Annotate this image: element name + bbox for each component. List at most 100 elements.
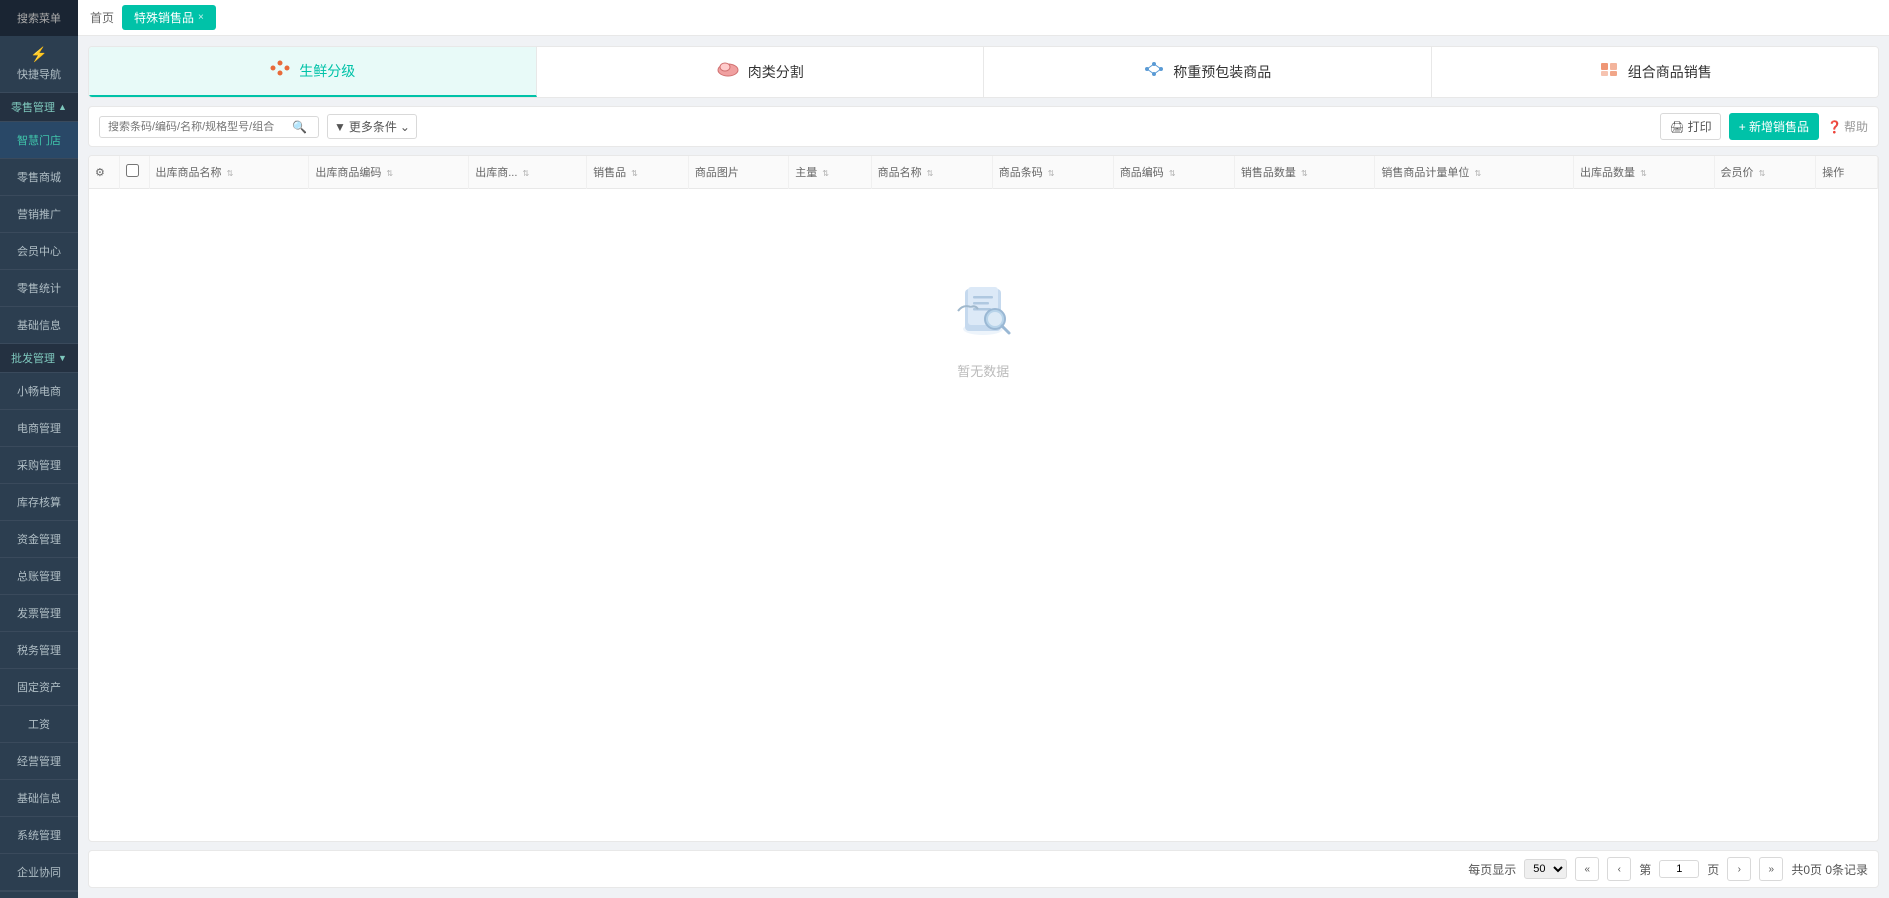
col-goods-code[interactable]: 商品编码 ⇅ [1113,156,1234,189]
sidebar-item-quick-nav[interactable]: ⚡ 快捷导航 [0,36,78,93]
sidebar-logo[interactable]: 搜索菜单 [0,0,78,36]
col-goods-name[interactable]: 商品名称 ⇅ [871,156,992,189]
col-out-qty-sort-icon[interactable]: ⇅ [1640,169,1647,178]
add-button[interactable]: + 新增销售品 [1729,113,1819,140]
sidebar-item-tax[interactable]: 税务管理 [0,632,78,669]
sidebar-item-company[interactable]: 企业协同 [0,854,78,891]
next-page-button[interactable]: › [1727,857,1751,881]
empty-state: 暂无数据 [89,189,1878,460]
col-goods-barcode[interactable]: 商品条码 ⇅ [992,156,1113,189]
col-sale-unit[interactable]: 销售商品计量单位 ⇅ [1375,156,1574,189]
search-box[interactable]: 🔍 [99,116,319,138]
col-gear[interactable]: ⚙ [89,156,119,189]
topbar-home[interactable]: 首页 [90,9,114,26]
filter-icon: ▼ [334,120,346,134]
sidebar-item-smart-store[interactable]: 智慧门店 [0,122,78,159]
filter-label: 更多条件 [349,118,397,135]
sidebar-item-wage[interactable]: 工资 [0,706,78,743]
col-sale-item[interactable]: 销售品 ⇅ [587,156,689,189]
sidebar-item-inventory[interactable]: 库存核算 [0,484,78,521]
tab-combo-sales[interactable]: 组合商品销售 [1432,47,1879,97]
col-main-weight[interactable]: 主量 ⇅ [789,156,871,189]
sidebar-item-retail-mgmt[interactable]: 零售管理 ▲ [0,93,78,122]
filter-arrow-icon: ⌄ [400,120,410,134]
sidebar-item-purchase-mgmt[interactable]: 采购管理 [0,447,78,484]
pagination: 每页显示 50 « ‹ 第 页 › » 共0页 0条记录 [88,850,1879,888]
col-out-name-sort-icon[interactable]: ⇅ [227,169,234,178]
empty-state-icon [943,269,1023,349]
col-sale-unit-sort-icon[interactable]: ⇅ [1474,169,1481,178]
per-page-label: 每页显示 [1468,861,1516,878]
col-ops: 操作 [1816,156,1878,189]
col-main-weight-label: 主量 [795,167,817,179]
col-out-spec-sort-icon[interactable]: ⇅ [522,169,529,178]
sidebar-item-finance[interactable]: 资金管理 [0,521,78,558]
sidebar-item-retail-mall[interactable]: 零售商城 [0,159,78,196]
tab-weigh-pack[interactable]: 称重预包装商品 [984,47,1432,97]
first-page-button[interactable]: « [1575,857,1599,881]
weigh-pack-icon [1143,60,1165,84]
smart-store-label: 智慧门店 [17,132,61,148]
col-out-name[interactable]: 出库商品名称 ⇅ [149,156,309,189]
sidebar-item-basic-info[interactable]: 基础信息 [0,307,78,344]
sidebar-content: ⚡ 快捷导航 零售管理 ▲ 智慧门店 零售商城 营销推广 会员中心 零售统计 基… [0,36,78,898]
ledger-label: 总账管理 [17,568,61,584]
col-goods-name-sort-icon[interactable]: ⇅ [927,169,934,178]
col-sale-item-sort-icon[interactable]: ⇅ [631,169,638,178]
wage-label: 工资 [28,716,50,732]
sidebar-item-fixed-assets[interactable]: 固定资产 [0,669,78,706]
print-label: 打印 [1688,118,1712,135]
sidebar-item-mini-ecom[interactable]: 小畅电商 [0,373,78,410]
type-tabs: 生鲜分级 肉类分割 [88,46,1879,98]
topbar-tab-special-sales[interactable]: 特殊销售品 × [122,5,216,30]
sidebar-item-invoice[interactable]: 发票管理 [0,595,78,632]
per-page-select[interactable]: 50 [1524,859,1567,879]
col-sale-qty-sort-icon[interactable]: ⇅ [1301,169,1308,178]
col-image[interactable]: 商品图片 [688,156,788,189]
select-all-checkbox[interactable] [126,164,139,177]
sidebar-item-sys-mgmt[interactable]: 系统管理 [0,817,78,854]
sidebar-item-member-center[interactable]: 会员中心 [0,233,78,270]
help-button[interactable]: ❓ 帮助 [1827,118,1868,135]
col-sale-qty-label: 销售品数量 [1241,167,1296,179]
mini-ecom-label: 小畅电商 [17,383,61,399]
filter-button[interactable]: ▼ 更多条件 ⌄ [327,114,417,139]
col-out-spec[interactable]: 出库商... ⇅ [469,156,587,189]
sidebar-item-ecom-mgmt[interactable]: 电商管理 [0,410,78,447]
last-page-button[interactable]: » [1759,857,1783,881]
col-member-price-sort-icon[interactable]: ⇅ [1759,169,1766,178]
sidebar-item-wholesale-mgmt[interactable]: 批发管理 ▼ [0,344,78,373]
retail-mall-label: 零售商城 [17,169,61,185]
page-input[interactable] [1659,860,1699,878]
col-goods-code-sort-icon[interactable]: ⇅ [1169,169,1176,178]
wholesale-mgmt-label: 批发管理 [11,350,55,366]
sidebar-item-ledger[interactable]: 总账管理 [0,558,78,595]
col-member-price[interactable]: 会员价 ⇅ [1714,156,1816,189]
sidebar-item-retail-stats[interactable]: 零售统计 [0,270,78,307]
sidebar-item-basic-info2[interactable]: 基础信息 [0,780,78,817]
tab-fresh-grade[interactable]: 生鲜分级 [89,47,537,97]
meat-cut-icon [716,60,740,84]
col-out-code-sort-icon[interactable]: ⇅ [386,169,393,178]
sidebar-item-sales-promo[interactable]: 营销推广 [0,196,78,233]
weigh-pack-label: 称重预包装商品 [1173,62,1271,82]
tab-meat-cut[interactable]: 肉类分割 [537,47,985,97]
col-main-weight-sort-icon[interactable]: ⇅ [822,169,829,178]
col-out-code[interactable]: 出库商品编码 ⇅ [309,156,469,189]
col-sale-qty[interactable]: 销售品数量 ⇅ [1234,156,1374,189]
sidebar-newbie[interactable]: 新手引导 [0,891,78,898]
col-goods-barcode-sort-icon[interactable]: ⇅ [1048,169,1055,178]
col-out-qty[interactable]: 出库品数量 ⇅ [1574,156,1714,189]
col-image-label: 商品图片 [695,167,739,179]
col-check[interactable] [119,156,149,189]
topbar-tab-close-icon[interactable]: × [198,12,204,23]
col-sale-unit-label: 销售商品计量单位 [1381,167,1469,179]
print-button[interactable]: 🖨 打印 [1660,113,1720,140]
fresh-grade-label: 生鲜分级 [299,61,355,81]
search-input[interactable] [108,121,288,133]
prev-page-button[interactable]: ‹ [1607,857,1631,881]
search-icon[interactable]: 🔍 [292,120,307,134]
col-goods-name-label: 商品名称 [878,167,922,179]
sidebar-item-ops-mgmt[interactable]: 经营管理 [0,743,78,780]
content-area: 生鲜分级 肉类分割 [78,36,1889,898]
